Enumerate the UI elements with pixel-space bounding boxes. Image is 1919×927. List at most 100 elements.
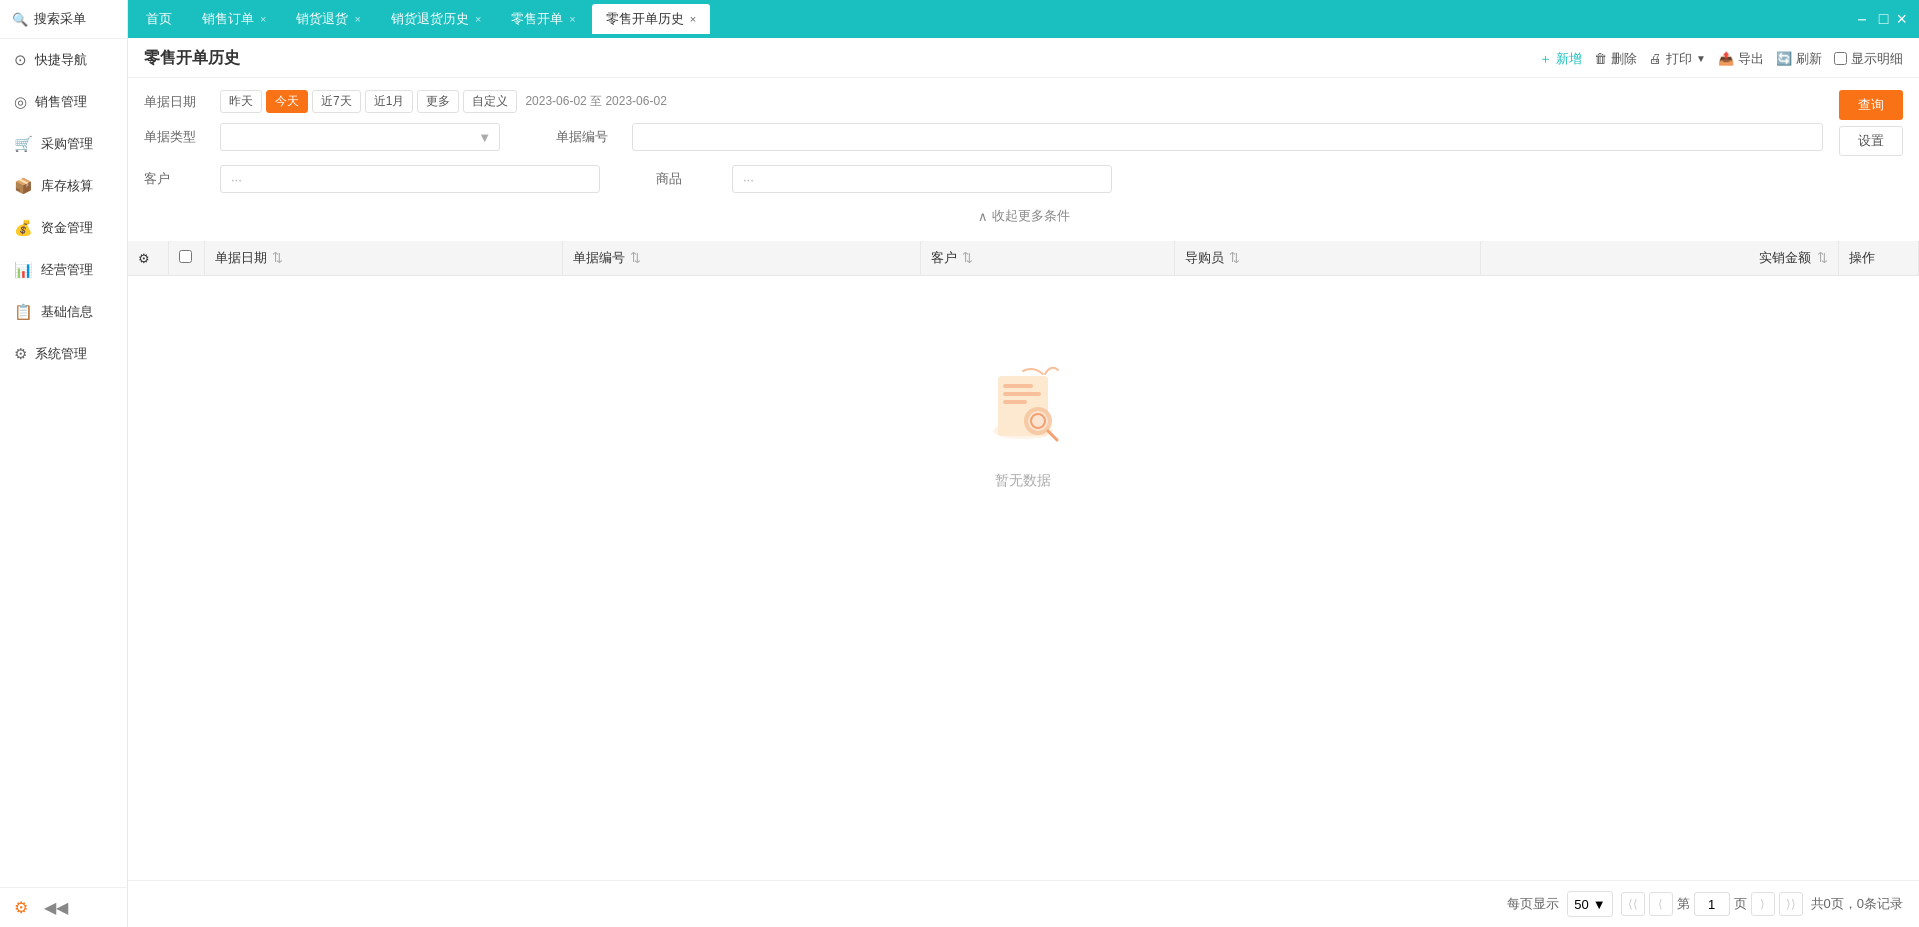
display-detail-label: 显示明细 xyxy=(1851,50,1903,68)
print-label: 打印 xyxy=(1666,50,1692,68)
th-salesperson[interactable]: 导购员 ⇅ xyxy=(1174,241,1480,276)
delete-button[interactable]: 🗑 删除 xyxy=(1594,50,1637,68)
per-page-select[interactable]: 50 ▼ xyxy=(1567,891,1612,917)
minimize-btn[interactable]: － xyxy=(1853,7,1871,31)
table-settings-th[interactable]: ⚙ xyxy=(128,241,168,276)
th-salesperson-sort-icon: ⇅ xyxy=(1229,250,1240,265)
select-all-checkbox[interactable] xyxy=(179,250,192,263)
operations-icon: 📊 xyxy=(14,261,33,279)
main-area: 首页 销售订单 × 销货退货 × 销货退货历史 × 零售开单 × 零售开单历史 … xyxy=(128,0,1919,927)
add-label: 新增 xyxy=(1556,50,1582,68)
filter-settings-button[interactable]: 设置 xyxy=(1839,126,1903,156)
table-check-th[interactable] xyxy=(168,241,204,276)
goods-label: 商品 xyxy=(656,170,716,188)
nav-label-operations: 经营管理 xyxy=(41,261,93,279)
export-button[interactable]: 📤 导出 xyxy=(1718,50,1764,68)
date-1month[interactable]: 近1月 xyxy=(365,90,414,113)
nav-label-purchase-mgmt: 采购管理 xyxy=(41,135,93,153)
maximize-btn[interactable]: □ xyxy=(1879,10,1889,28)
date-yesterday[interactable]: 昨天 xyxy=(220,90,262,113)
sidebar-item-quick-nav[interactable]: ⊙ 快捷导航 xyxy=(0,39,127,81)
doc-number-input[interactable] xyxy=(632,123,1823,151)
filter-collapse: ∧ 收起更多条件 xyxy=(144,203,1903,233)
per-page-label: 每页显示 xyxy=(1507,895,1559,913)
prev-page-btn[interactable]: ⟨ xyxy=(1649,892,1673,916)
th-amount[interactable]: 实销金额 ⇅ xyxy=(1480,241,1838,276)
close-btn[interactable]: × xyxy=(1896,9,1907,30)
quick-nav-icon: ⊙ xyxy=(14,51,27,69)
date-buttons: 昨天 今天 近7天 近1月 更多 自定义 2023-06-02 至 2023-0… xyxy=(220,90,667,113)
sidebar-item-purchase-mgmt[interactable]: 🛒 采购管理 xyxy=(0,123,127,165)
customer-input[interactable]: ··· xyxy=(220,165,600,193)
customer-label: 客户 xyxy=(144,170,204,188)
display-detail-checkbox[interactable]: 显示明细 xyxy=(1834,50,1903,68)
tab-sales-order-close[interactable]: × xyxy=(260,13,266,25)
tab-sales-return-history[interactable]: 销货退货历史 × xyxy=(377,4,495,34)
svg-rect-3 xyxy=(1003,392,1041,396)
tab-sales-return-history-close[interactable]: × xyxy=(475,13,481,25)
add-button[interactable]: ＋ 新增 xyxy=(1539,50,1582,68)
date-filter-label: 单据日期 xyxy=(144,93,204,111)
first-page-btn[interactable]: ⟨⟨ xyxy=(1621,892,1645,916)
tab-retail-open-history-label: 零售开单历史 xyxy=(606,10,684,28)
tab-retail-open-history-close[interactable]: × xyxy=(690,13,696,25)
doc-number-label: 单据编号 xyxy=(556,128,616,146)
refresh-button[interactable]: 🔄 刷新 xyxy=(1776,50,1822,68)
sidebar-item-operations[interactable]: 📊 经营管理 xyxy=(0,249,127,291)
filter-row-doctype: 单据类型 ▼ 单据编号 xyxy=(144,123,1823,151)
th-number-label: 单据编号 xyxy=(573,250,625,265)
goods-input[interactable]: ··· xyxy=(732,165,1112,193)
search-menu-btn[interactable]: 🔍 搜索采单 xyxy=(0,0,127,39)
next-page-btn[interactable]: ⟩ xyxy=(1751,892,1775,916)
empty-text: 暂无数据 xyxy=(995,472,1051,490)
nav-label-basic-info: 基础信息 xyxy=(41,303,93,321)
sidebar-item-inventory[interactable]: 📦 库存核算 xyxy=(0,165,127,207)
sidebar-item-sales-mgmt[interactable]: ◎ 销售管理 xyxy=(0,81,127,123)
print-button[interactable]: 🖨 打印 ▼ xyxy=(1649,50,1706,68)
tab-retail-open[interactable]: 零售开单 × xyxy=(497,4,589,34)
delete-icon: 🗑 xyxy=(1594,51,1607,66)
tab-sales-return[interactable]: 销货退货 × xyxy=(282,4,374,34)
tab-home[interactable]: 首页 xyxy=(132,4,186,34)
tab-sales-return-close[interactable]: × xyxy=(354,13,360,25)
print-dropdown-icon: ▼ xyxy=(1696,53,1706,64)
doc-type-select[interactable]: ▼ xyxy=(220,123,500,151)
last-page-btn[interactable]: ⟩⟩ xyxy=(1779,892,1803,916)
th-date[interactable]: 单据日期 ⇅ xyxy=(204,241,562,276)
date-today[interactable]: 今天 xyxy=(266,90,308,113)
settings-bottom-icon[interactable]: ⚙ xyxy=(14,898,28,917)
per-page-dropdown-icon: ▼ xyxy=(1593,897,1606,912)
collapse-more-btn[interactable]: ∧ 收起更多条件 xyxy=(978,207,1070,225)
sidebar-item-finance[interactable]: 💰 资金管理 xyxy=(0,207,127,249)
collapse-sidebar-icon[interactable]: ◀◀ xyxy=(44,898,68,917)
customer-dots: ··· xyxy=(231,172,242,187)
tab-retail-open-history[interactable]: 零售开单历史 × xyxy=(592,4,710,34)
export-icon: 📤 xyxy=(1718,51,1734,66)
tab-sales-return-label: 销货退货 xyxy=(296,10,348,28)
query-button[interactable]: 查询 xyxy=(1839,90,1903,120)
collapse-up-icon: ∧ xyxy=(978,209,988,224)
table-body: 暂无数据 xyxy=(128,276,1919,571)
basic-info-icon: 📋 xyxy=(14,303,33,321)
doc-type-dropdown-icon: ▼ xyxy=(478,130,491,145)
date-more[interactable]: 更多 xyxy=(417,90,459,113)
th-date-sort-icon: ⇅ xyxy=(272,250,283,265)
filter-area: 单据日期 昨天 今天 近7天 近1月 更多 自定义 2023-06-02 至 2… xyxy=(128,78,1919,241)
th-number[interactable]: 单据编号 ⇅ xyxy=(562,241,920,276)
display-detail-input[interactable] xyxy=(1834,52,1847,65)
th-customer[interactable]: 客户 ⇅ xyxy=(920,241,1174,276)
tab-sales-order-label: 销售订单 xyxy=(202,10,254,28)
finance-icon: 💰 xyxy=(14,219,33,237)
date-custom[interactable]: 自定义 xyxy=(463,90,517,113)
nav-label-quick-nav: 快捷导航 xyxy=(35,51,87,69)
tab-retail-open-close[interactable]: × xyxy=(569,13,575,25)
page-number-input[interactable] xyxy=(1694,892,1730,916)
table-header: ⚙ 单据日期 ⇅ 单据编号 ⇅ 客户 ⇅ xyxy=(128,241,1919,276)
sidebar-item-basic-info[interactable]: 📋 基础信息 xyxy=(0,291,127,333)
tab-sales-order[interactable]: 销售订单 × xyxy=(188,4,280,34)
date-7days[interactable]: 近7天 xyxy=(312,90,361,113)
th-date-label: 单据日期 xyxy=(215,250,267,265)
sidebar: 🔍 搜索采单 ⊙ 快捷导航 ◎ 销售管理 🛒 采购管理 📦 库存核算 💰 资金管… xyxy=(0,0,128,927)
empty-state: 暂无数据 xyxy=(128,276,1919,570)
sidebar-item-system[interactable]: ⚙ 系统管理 xyxy=(0,333,127,375)
